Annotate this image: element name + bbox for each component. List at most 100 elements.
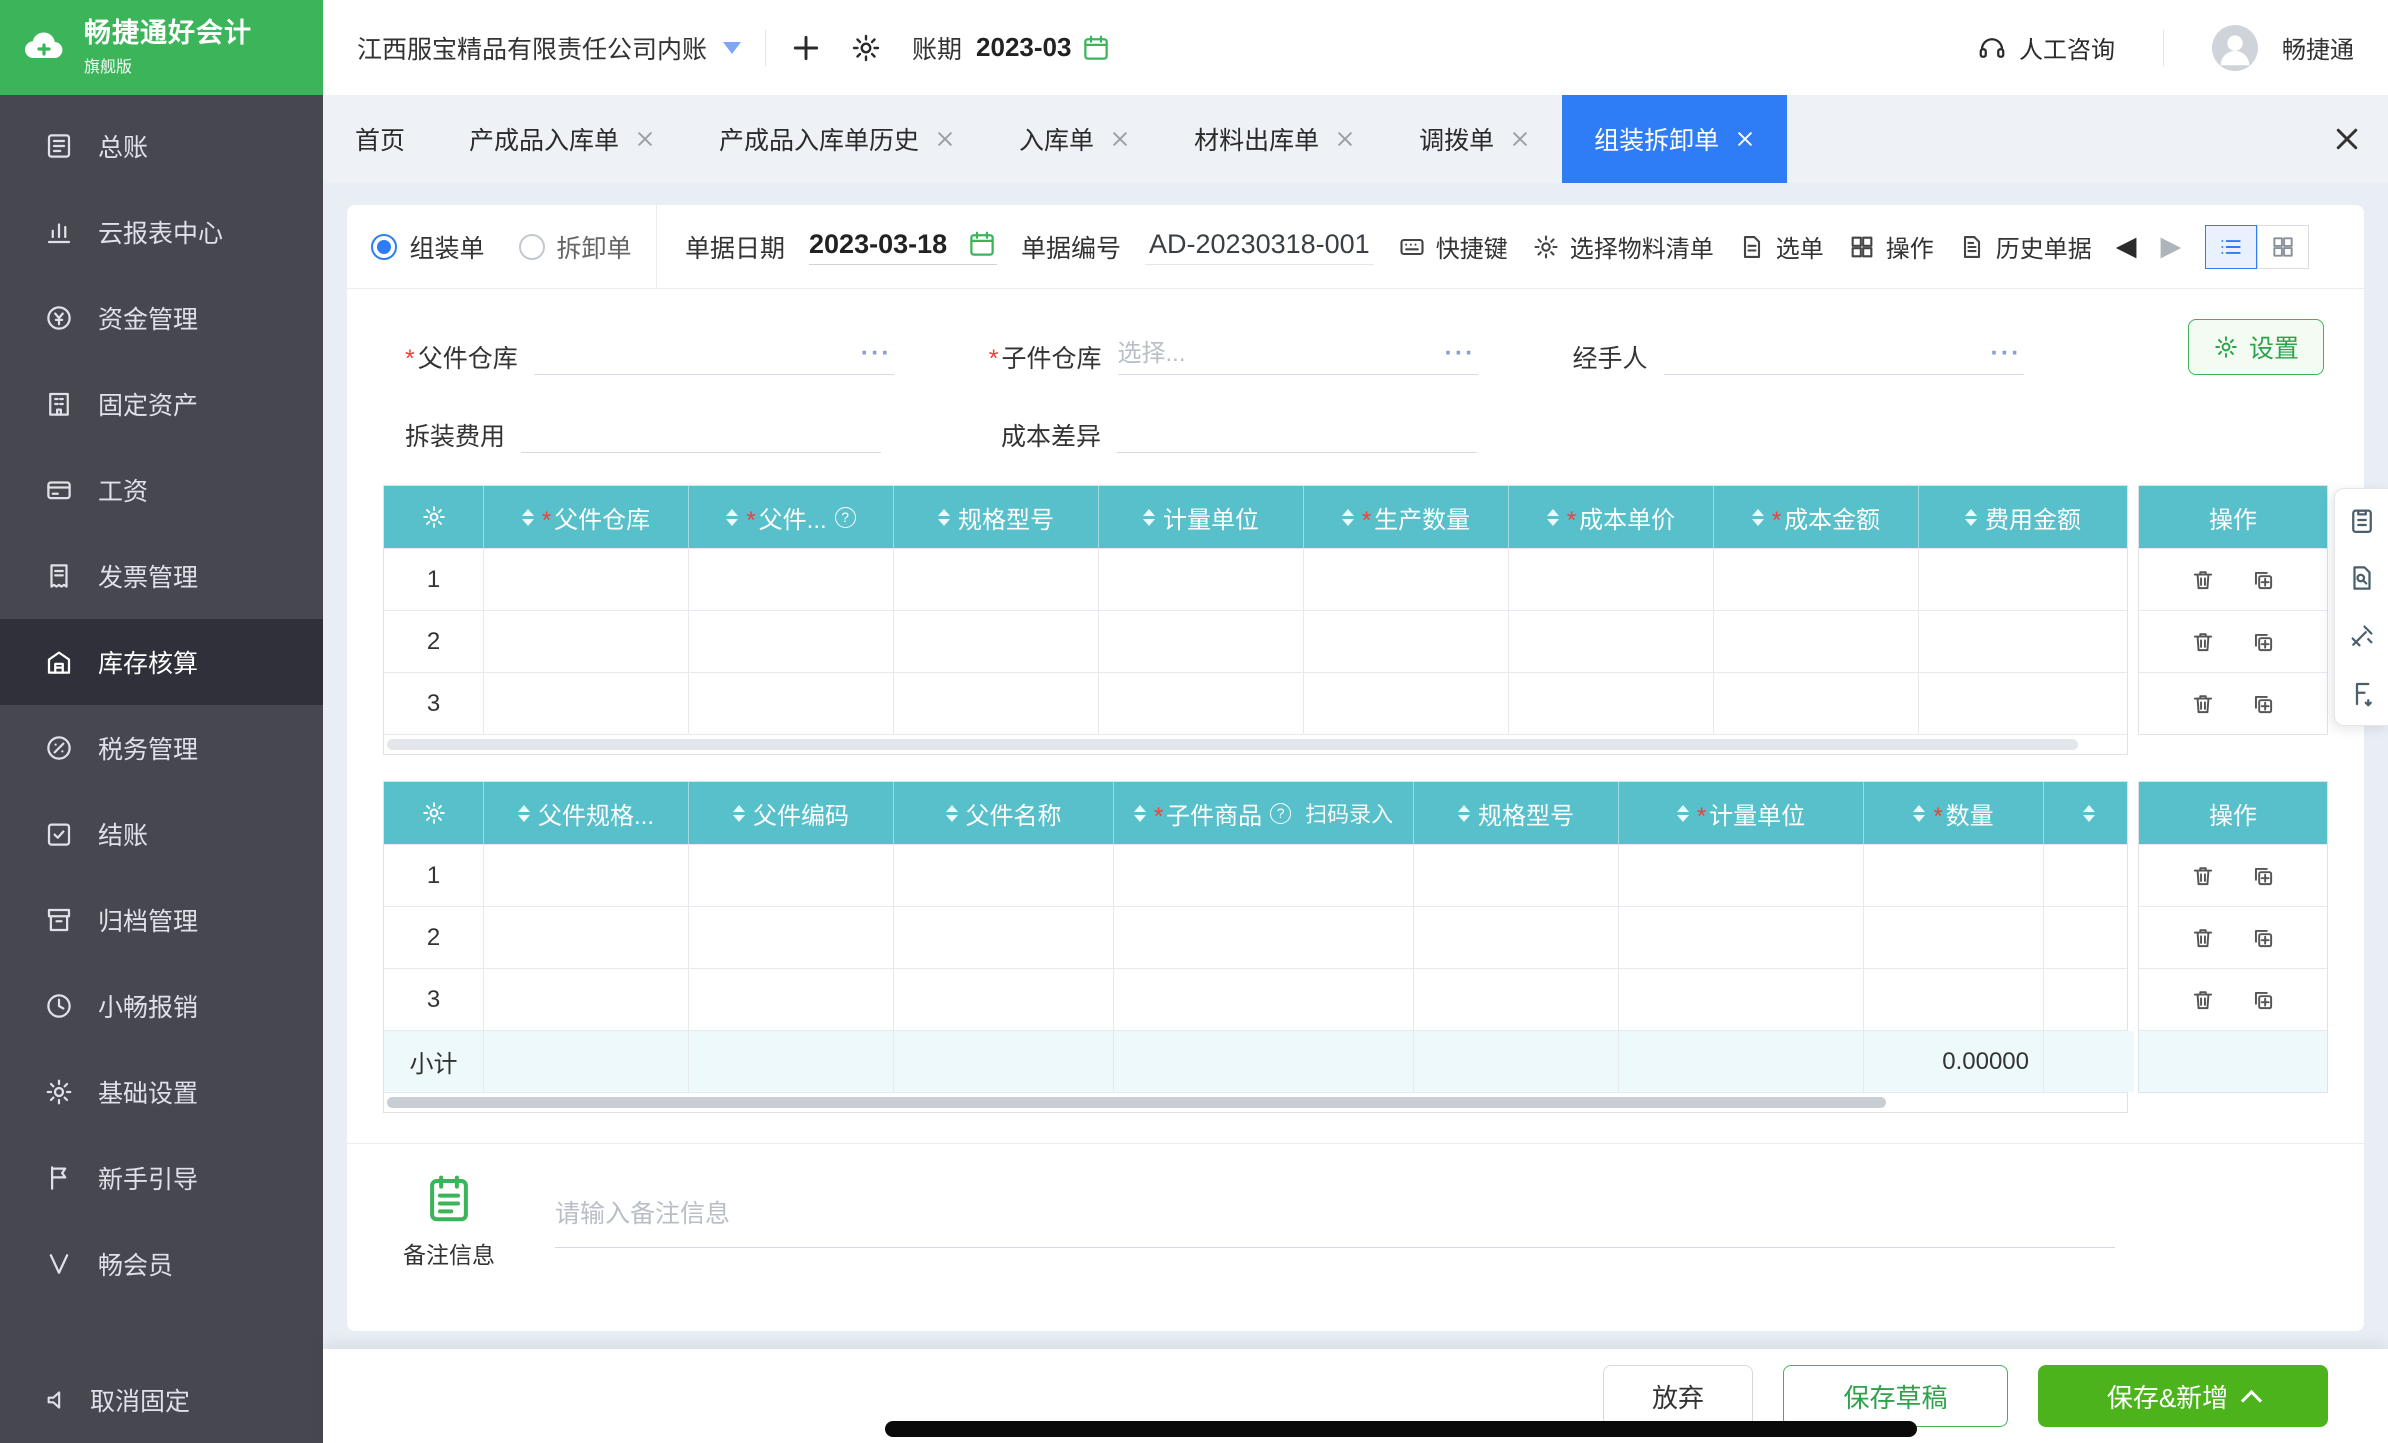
sidebar-item-settings[interactable]: 基础设置	[0, 1049, 323, 1135]
sidebar-item-fixed-assets[interactable]: 固定资产	[0, 361, 323, 447]
grid-cell[interactable]	[2044, 969, 2134, 1030]
list-view-button[interactable]	[2205, 224, 2258, 269]
grid-cell[interactable]	[1619, 969, 1864, 1030]
tab-inbound-order[interactable]: 入库单	[987, 95, 1162, 183]
tab-close-icon[interactable]	[935, 129, 955, 149]
copy-row-button[interactable]	[2250, 925, 2276, 951]
column-header-qty[interactable]: 数量	[1864, 782, 2044, 844]
grid-cell[interactable]	[894, 673, 1099, 734]
detail-panel-button[interactable]	[2347, 505, 2377, 535]
grid-cell[interactable]	[1509, 549, 1714, 610]
tab-home[interactable]: 首页	[323, 95, 437, 183]
operate-button[interactable]: 操作	[1848, 229, 1934, 264]
radio-disassemble[interactable]: 拆卸单	[518, 229, 632, 265]
sidebar-item-tax[interactable]: 税务管理	[0, 705, 323, 791]
pick-order-button[interactable]: 选单	[1738, 229, 1824, 264]
grid-cell[interactable]	[1414, 969, 1619, 1030]
grid-cell[interactable]	[1714, 549, 1919, 610]
card-view-button[interactable]	[2257, 224, 2310, 269]
grid-cell[interactable]	[1099, 549, 1304, 610]
copy-row-button[interactable]	[2250, 691, 2276, 717]
doc-date-input[interactable]	[809, 228, 960, 260]
tab-finished-goods-inbound-history[interactable]: 产成品入库单历史	[687, 95, 987, 183]
copy-row-button[interactable]	[2250, 863, 2276, 889]
child-warehouse-input[interactable]	[1117, 339, 1478, 368]
discard-button[interactable]: 放弃	[1603, 1365, 1753, 1427]
grid-cell[interactable]	[1304, 611, 1509, 672]
save-draft-button[interactable]: 保存草稿	[1783, 1365, 2008, 1427]
parent-warehouse-input[interactable]	[533, 339, 894, 368]
cost-diff-input[interactable]	[1117, 417, 1478, 446]
column-header-child-product[interactable]: 子件商品 扫码录入	[1114, 782, 1414, 844]
column-header-cost-amount[interactable]: 成本金额	[1714, 486, 1919, 548]
column-header-unit[interactable]: 计量单位	[1619, 782, 1864, 844]
scan-entry-link[interactable]: 扫码录入	[1305, 797, 1393, 829]
unpin-sidebar-button[interactable]: 取消固定	[0, 1357, 323, 1443]
sidebar-item-reimburse[interactable]: 小畅报销	[0, 963, 323, 1049]
grid-cell[interactable]	[1919, 549, 2127, 610]
close-all-tabs-button[interactable]	[2332, 124, 2362, 154]
font-size-panel-button[interactable]	[2347, 679, 2377, 709]
scrollbar-thumb[interactable]	[387, 739, 2078, 750]
grid-cell[interactable]	[894, 969, 1114, 1030]
grid-cell[interactable]	[689, 549, 894, 610]
sidebar-item-guide[interactable]: 新手引导	[0, 1135, 323, 1221]
assembly-fee-input[interactable]	[521, 417, 882, 446]
column-header-parent-warehouse[interactable]: 父件仓库	[484, 486, 689, 548]
handler-input[interactable]	[1663, 339, 2024, 368]
grid-cell[interactable]	[484, 845, 689, 906]
grid-cell[interactable]	[1919, 673, 2127, 734]
sidebar-item-funds[interactable]: 资金管理	[0, 275, 323, 361]
grid-cell[interactable]	[1509, 611, 1714, 672]
hotkey-button[interactable]: 快捷键	[1398, 229, 1508, 264]
ellipsis-picker-icon[interactable]	[1445, 339, 1476, 368]
tab-transfer-order[interactable]: 调拨单	[1387, 95, 1562, 183]
grid-cell[interactable]	[1414, 845, 1619, 906]
grid-cell[interactable]	[1864, 907, 2044, 968]
grid-cell[interactable]	[2044, 907, 2134, 968]
history-orders-button[interactable]: 历史单据	[1958, 229, 2092, 264]
tab-close-icon[interactable]	[1335, 129, 1355, 149]
grid-cell[interactable]	[1114, 969, 1414, 1030]
support-button[interactable]: 人工咨询	[1977, 30, 2115, 65]
grid-cell[interactable]	[894, 845, 1114, 906]
grid-cell[interactable]	[1304, 673, 1509, 734]
tab-close-icon[interactable]	[1510, 129, 1530, 149]
grid-cell[interactable]	[1099, 611, 1304, 672]
column-header-parent-code[interactable]: 父件编码	[689, 782, 894, 844]
column-header-spec[interactable]: 规格型号	[1414, 782, 1619, 844]
column-header-unit[interactable]: 计量单位	[1099, 486, 1304, 548]
grid-cell[interactable]	[484, 907, 689, 968]
column-header-parent-spec[interactable]: 父件规格...	[484, 782, 689, 844]
grid-cell[interactable]	[894, 611, 1099, 672]
period-picker[interactable]: 2023-03	[976, 32, 1111, 63]
sidebar-item-inventory[interactable]: 库存核算	[0, 619, 323, 705]
horizontal-scrollbar[interactable]	[384, 1092, 2127, 1112]
column-header-spec[interactable]: 规格型号	[894, 486, 1099, 548]
grid-cell[interactable]	[689, 969, 894, 1030]
save-and-new-button[interactable]: 保存&新增	[2038, 1365, 2328, 1427]
horizontal-scrollbar[interactable]	[384, 734, 2127, 754]
delete-row-button[interactable]	[2190, 987, 2216, 1013]
grid-cell[interactable]	[894, 549, 1099, 610]
copy-row-button[interactable]	[2250, 629, 2276, 655]
add-voucher-button[interactable]	[790, 32, 822, 64]
sidebar-item-general-ledger[interactable]: 总账	[0, 103, 323, 189]
sidebar-item-cloud-reports[interactable]: 云报表中心	[0, 189, 323, 275]
ellipsis-picker-icon[interactable]	[861, 339, 892, 368]
grid-cell[interactable]	[689, 673, 894, 734]
grid-cell[interactable]	[1114, 907, 1414, 968]
delete-row-button[interactable]	[2190, 567, 2216, 593]
grid-cell[interactable]	[1619, 907, 1864, 968]
help-icon[interactable]	[834, 506, 856, 528]
ellipsis-picker-icon[interactable]	[1991, 339, 2022, 368]
grid-cell[interactable]	[689, 611, 894, 672]
avatar[interactable]	[2212, 24, 2258, 71]
tab-material-outbound[interactable]: 材料出库单	[1162, 95, 1387, 183]
column-header-production-qty[interactable]: 生产数量	[1304, 486, 1509, 548]
copy-row-button[interactable]	[2250, 987, 2276, 1013]
tab-close-icon[interactable]	[1110, 129, 1130, 149]
grid-cell[interactable]	[1304, 549, 1509, 610]
sidebar-item-archive[interactable]: 归档管理	[0, 877, 323, 963]
doc-trace-panel-button[interactable]	[2347, 563, 2377, 593]
